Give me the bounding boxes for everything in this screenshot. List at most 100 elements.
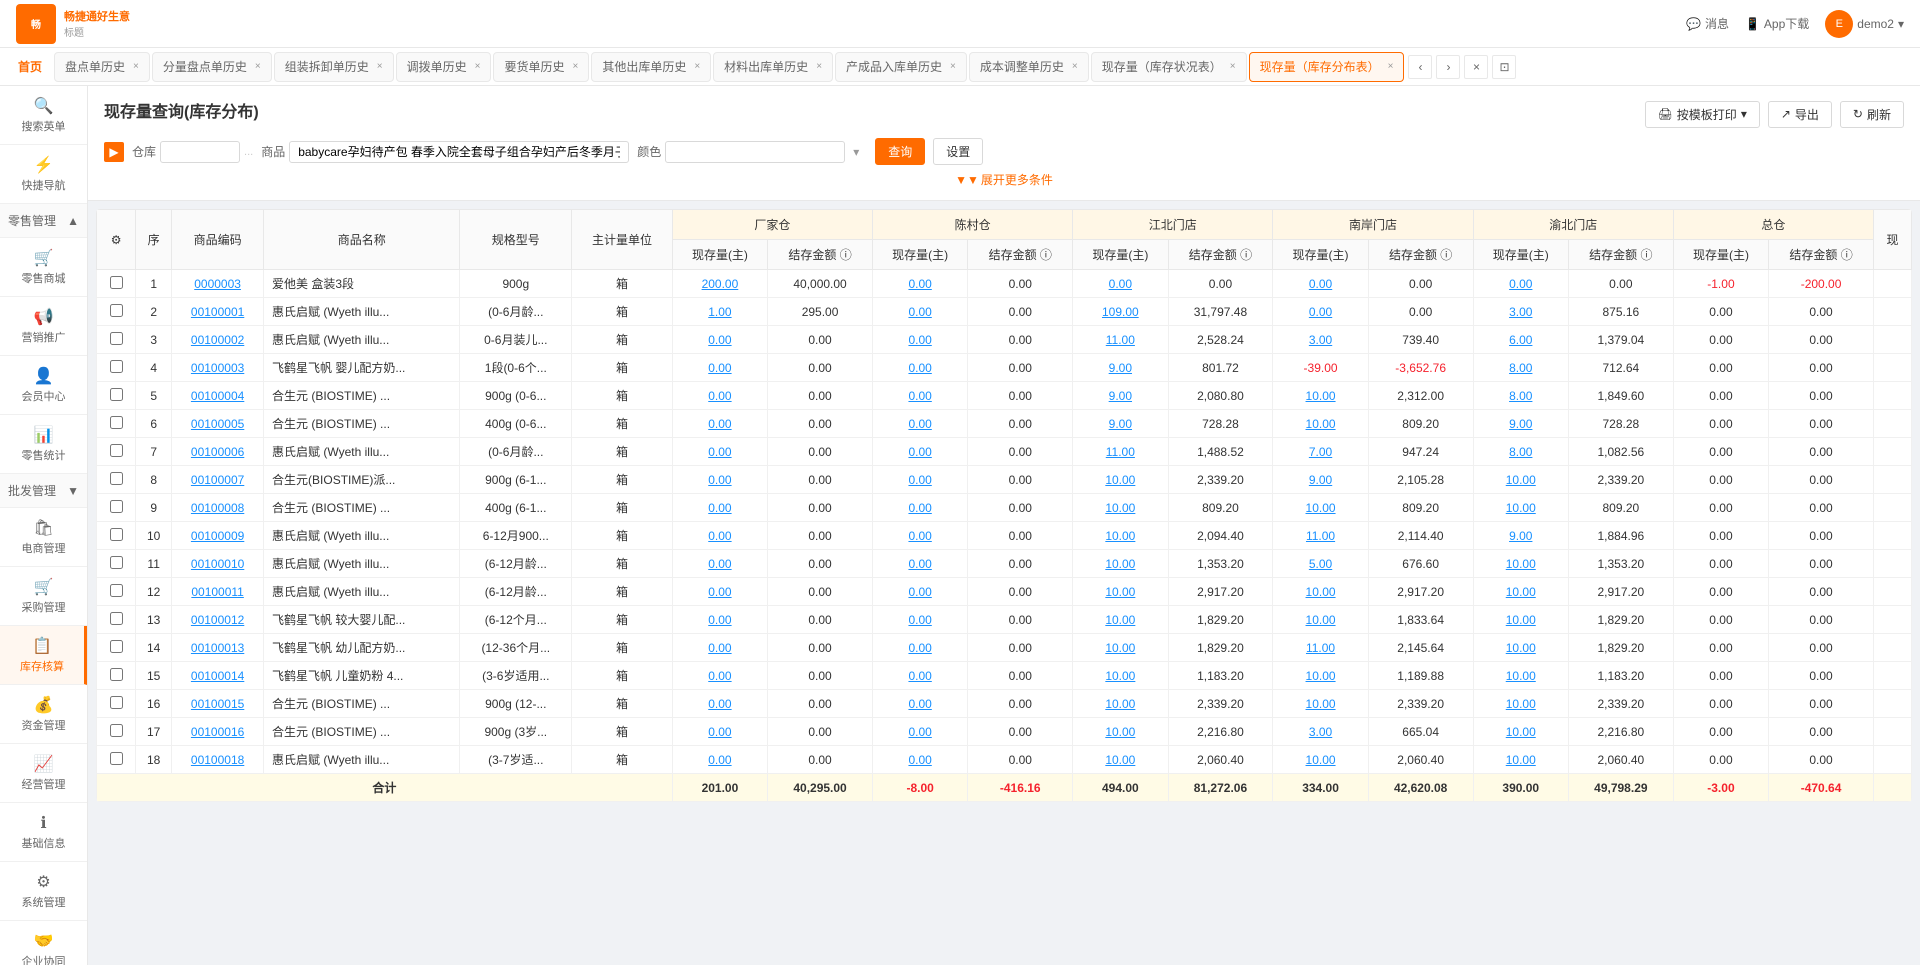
cell-checkbox[interactable] (97, 494, 136, 522)
cell-code: 00100015 (172, 690, 264, 718)
expand-conditions-btn[interactable]: ▼▼ 展开更多条件 (955, 171, 1053, 188)
cell-checkbox[interactable] (97, 662, 136, 690)
goods-field: 商品 (261, 141, 629, 163)
cell-total-stock: 0.00 (1673, 438, 1768, 466)
tab-调拨单历史[interactable]: 调拨单历史 × (396, 52, 492, 82)
sidebar-item-wholesale[interactable]: 批发管理 ▼ (0, 474, 87, 508)
sidebar-item-collab[interactable]: 🤝 企业协同 (0, 921, 87, 965)
tab-next-btn[interactable]: › (1436, 55, 1460, 79)
user-menu[interactable]: E demo2 ▾ (1825, 10, 1904, 38)
sidebar-item-ecommerce[interactable]: 🛍 电商管理 (0, 508, 87, 567)
close-icon[interactable]: × (950, 61, 956, 72)
cell-checkbox[interactable] (97, 550, 136, 578)
cell-nanan-stock: 10.00 (1273, 494, 1368, 522)
sidebar-item-basic-info[interactable]: ℹ 基础信息 (0, 803, 87, 862)
close-icon[interactable]: × (816, 61, 822, 72)
cell-seq: 18 (136, 746, 172, 774)
tab-分量盘点单历史[interactable]: 分量盘点单历史 × (152, 52, 272, 82)
col-unit: 主计量单位 (572, 210, 673, 270)
color-input[interactable] (665, 141, 845, 163)
cell-checkbox[interactable] (97, 326, 136, 354)
tab-成本调整单历史[interactable]: 成本调整单历史 × (969, 52, 1089, 82)
tab-home[interactable]: 首页 (8, 52, 52, 82)
close-icon[interactable]: × (475, 61, 481, 72)
cell-checkbox[interactable] (97, 354, 136, 382)
close-icon[interactable]: × (133, 61, 139, 72)
table-row: 16 00100015 合生元 (BIOSTIME) ... 900g (12-… (97, 690, 1912, 718)
tab-prev-btn[interactable]: ‹ (1408, 55, 1432, 79)
print-btn[interactable]: 🖨 按模板打印 ▾ (1645, 101, 1760, 128)
close-icon[interactable]: × (255, 61, 261, 72)
sidebar-item-inventory[interactable]: 📋 库存核算 (0, 626, 87, 685)
cell-chen-stock: 0.00 (872, 354, 967, 382)
tab-组装拆卸单历史[interactable]: 组装拆卸单历史 × (274, 52, 394, 82)
cell-chen-stock: 0.00 (872, 662, 967, 690)
tab-其他出库单历史[interactable]: 其他出库单历史 × (591, 52, 711, 82)
sidebar-item-nav[interactable]: ⚡ 快捷导航 (0, 145, 87, 204)
tab-材料出库单历史[interactable]: 材料出库单历史 × (713, 52, 833, 82)
ellipsis-btn[interactable]: ... (244, 146, 253, 158)
close-icon[interactable]: × (377, 61, 383, 72)
operations-icon: 📈 (4, 754, 83, 774)
chevron-down-icon: ▼ (67, 484, 79, 498)
tab-产成品入库单历史[interactable]: 产成品入库单历史 × (835, 52, 967, 82)
sidebar-item-retail-stats[interactable]: 📊 零售统计 (0, 415, 87, 474)
cell-current (1874, 354, 1912, 382)
sidebar-item-retail-shop[interactable]: 🛒 零售商城 (0, 238, 87, 297)
sidebar-item-purchase[interactable]: 🛒 采购管理 (0, 567, 87, 626)
cell-checkbox[interactable] (97, 606, 136, 634)
cell-checkbox[interactable] (97, 718, 136, 746)
cell-unit: 箱 (572, 690, 673, 718)
page-title: 现存量查询(库存分布) (104, 98, 259, 122)
goods-input[interactable] (289, 141, 629, 163)
messages-btn[interactable]: 💬 消息 (1686, 15, 1729, 32)
cell-checkbox[interactable] (97, 522, 136, 550)
cell-checkbox[interactable] (97, 578, 136, 606)
warehouse-input[interactable] (160, 141, 240, 163)
cell-checkbox[interactable] (97, 270, 136, 298)
tab-close-btn[interactable]: × (1464, 55, 1488, 79)
cell-checkbox[interactable] (97, 634, 136, 662)
collapse-btn[interactable]: ▶ (104, 142, 124, 162)
cell-current (1874, 522, 1912, 550)
cell-name: 飞鹤星飞帆 幼儿配方奶... (264, 634, 460, 662)
col-jiangbei-stock: 现存量(主) (1073, 240, 1168, 270)
tab-要货单历史[interactable]: 要货单历史 × (493, 52, 589, 82)
close-icon[interactable]: × (1230, 61, 1236, 72)
cell-code: 00100010 (172, 550, 264, 578)
cell-checkbox[interactable] (97, 382, 136, 410)
content-area: 现存量查询(库存分布) 🖨 按模板打印 ▾ ↗ 导出 ↻ 刷新 (88, 86, 1920, 965)
sidebar-item-system[interactable]: ⚙ 系统管理 (0, 862, 87, 921)
sidebar-item-operations[interactable]: 📈 经营管理 (0, 744, 87, 803)
export-btn[interactable]: ↗ 导出 (1768, 101, 1832, 128)
tab-现存量库存分布表[interactable]: 现存量（库存分布表） × (1249, 52, 1405, 82)
sidebar-item-marketing[interactable]: 📢 营销推广 (0, 297, 87, 356)
sidebar-item-member[interactable]: 👤 会员中心 (0, 356, 87, 415)
cell-checkbox[interactable] (97, 690, 136, 718)
close-icon[interactable]: × (1388, 61, 1394, 72)
cell-checkbox[interactable] (97, 410, 136, 438)
sidebar-item-finance[interactable]: 💰 资金管理 (0, 685, 87, 744)
sidebar-item-retail-mgmt[interactable]: 零售管理 ▲ (0, 204, 87, 238)
col-code: 商品编码 (172, 210, 264, 270)
tab-现存量库存状况表[interactable]: 现存量（库存状况表） × (1091, 52, 1247, 82)
settings-btn[interactable]: 设置 (933, 138, 983, 165)
cell-checkbox[interactable] (97, 466, 136, 494)
close-icon[interactable]: × (694, 61, 700, 72)
cell-yuebei-stock: 10.00 (1473, 550, 1568, 578)
cell-unit: 箱 (572, 382, 673, 410)
refresh-btn[interactable]: ↻ 刷新 (1840, 101, 1904, 128)
close-icon[interactable]: × (1072, 61, 1078, 72)
close-icon[interactable]: × (572, 61, 578, 72)
sidebar-item-search[interactable]: 🔍 搜索英单 (0, 86, 87, 145)
tab-expand-btn[interactable]: ⊡ (1492, 55, 1516, 79)
cell-checkbox[interactable] (97, 298, 136, 326)
cell-checkbox[interactable] (97, 438, 136, 466)
col-factory-stock: 现存量(主) (672, 240, 767, 270)
cell-yuebei-balance: 2,060.40 (1568, 746, 1673, 774)
tab-盘点单历史[interactable]: 盘点单历史 × (54, 52, 150, 82)
col-gear[interactable]: ⚙ (97, 210, 136, 270)
query-btn[interactable]: 查询 (875, 138, 925, 165)
cell-checkbox[interactable] (97, 746, 136, 774)
app-download-btn[interactable]: 📱 App下载 (1745, 15, 1809, 32)
